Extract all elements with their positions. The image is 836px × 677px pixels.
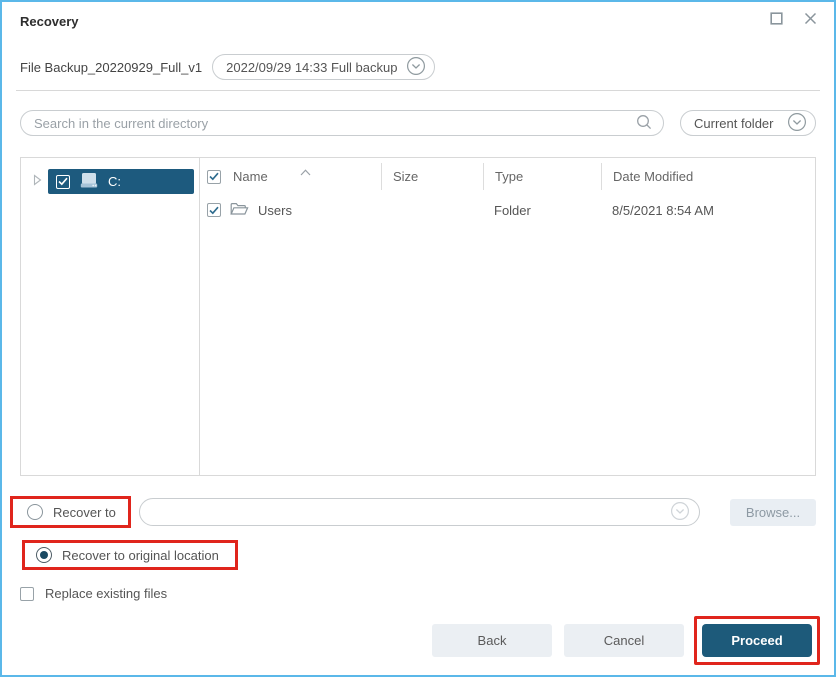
maximize-icon [769, 12, 783, 28]
recover-original-label: Recover to original location [62, 547, 219, 563]
tree-item-label: C: [108, 174, 121, 189]
file-list-header: Name Size Type Date Modified [200, 158, 815, 195]
title-bar: Recovery [20, 12, 820, 29]
recover-to-row: Recover to Browse... [10, 496, 816, 528]
tree-item-c-drive[interactable]: C: [48, 169, 194, 194]
column-label-name: Name [233, 169, 268, 184]
row-date-modified: 8/5/2021 8:54 AM [612, 202, 714, 218]
replace-files-checkbox[interactable] [20, 586, 34, 601]
recover-original-radio[interactable] [36, 547, 52, 563]
column-header-type[interactable]: Type [483, 163, 601, 190]
maximize-button[interactable] [768, 12, 784, 28]
backup-selection-row: File Backup_20220929_Full_v1 2022/09/29 … [20, 54, 436, 80]
search-field [20, 110, 664, 136]
file-list-pane: Name Size Type Date Modified Users Folde… [200, 158, 815, 475]
row-name: Users [258, 202, 292, 218]
search-row: Current folder [20, 110, 816, 136]
backup-version-dropdown[interactable]: 2022/09/29 14:33 Full backup [212, 54, 436, 80]
row-checkbox[interactable] [207, 203, 221, 217]
proceed-button[interactable]: Proceed [702, 624, 812, 657]
search-scope-value: Current folder [694, 115, 774, 131]
search-icon[interactable] [635, 113, 653, 134]
c-drive-checkbox[interactable] [56, 174, 70, 189]
chevron-down-circle-icon [406, 56, 426, 79]
cancel-button[interactable]: Cancel [564, 624, 684, 657]
browse-button[interactable]: Browse... [730, 498, 816, 526]
sort-ascending-icon [300, 164, 311, 179]
dialog-title: Recovery [20, 14, 79, 29]
expand-arrow-icon[interactable] [33, 174, 42, 189]
column-label-date-modified: Date Modified [613, 169, 694, 184]
recover-to-label: Recover to [53, 504, 116, 520]
recovery-dialog: Recovery File Backup_20220929_Full_v1 20… [0, 0, 836, 677]
backup-name-label: File Backup_20220929_Full_v1 [20, 59, 203, 75]
column-header-name[interactable]: Name [200, 163, 381, 190]
footer-buttons: Back Cancel Proceed [432, 616, 820, 665]
row-name-cell: Users [200, 202, 381, 219]
folder-icon [230, 202, 249, 219]
column-header-date-modified[interactable]: Date Modified [601, 163, 815, 190]
column-label-size: Size [393, 169, 419, 184]
recover-path-field [138, 498, 700, 526]
tree-row-c-drive: C: [21, 169, 199, 194]
back-button[interactable]: Back [432, 624, 552, 657]
close-button[interactable] [802, 12, 818, 28]
select-all-checkbox[interactable] [207, 169, 221, 184]
file-browser: C: Name Size Type Date Modified Users Fo… [20, 157, 816, 476]
table-row[interactable]: Users Folder 8/5/2021 8:54 AM [200, 195, 815, 225]
drive-tree-pane: C: [21, 158, 200, 475]
proceed-annotation-box: Proceed [694, 616, 820, 665]
replace-files-label: Replace existing files [45, 586, 168, 601]
column-label-type: Type [495, 169, 524, 184]
recover-to-radio[interactable] [27, 504, 43, 520]
row-type: Folder [494, 202, 531, 218]
window-controls [768, 12, 820, 28]
header-separator [16, 90, 820, 91]
recover-original-row: Recover to original location [22, 540, 238, 570]
replace-files-row: Replace existing files [20, 586, 167, 601]
drive-icon [79, 172, 99, 192]
chevron-down-circle-icon [670, 501, 690, 524]
chevron-down-circle-icon [787, 112, 807, 135]
search-scope-dropdown[interactable]: Current folder [680, 110, 816, 136]
recover-to-annotation-box: Recover to [10, 496, 131, 528]
search-input[interactable] [34, 115, 635, 131]
backup-version-value: 2022/09/29 14:33 Full backup [226, 59, 398, 75]
close-icon [804, 12, 817, 28]
recover-original-annotation-box: Recover to original location [22, 540, 238, 570]
column-header-size[interactable]: Size [381, 163, 483, 190]
recover-path-input[interactable] [151, 504, 670, 520]
